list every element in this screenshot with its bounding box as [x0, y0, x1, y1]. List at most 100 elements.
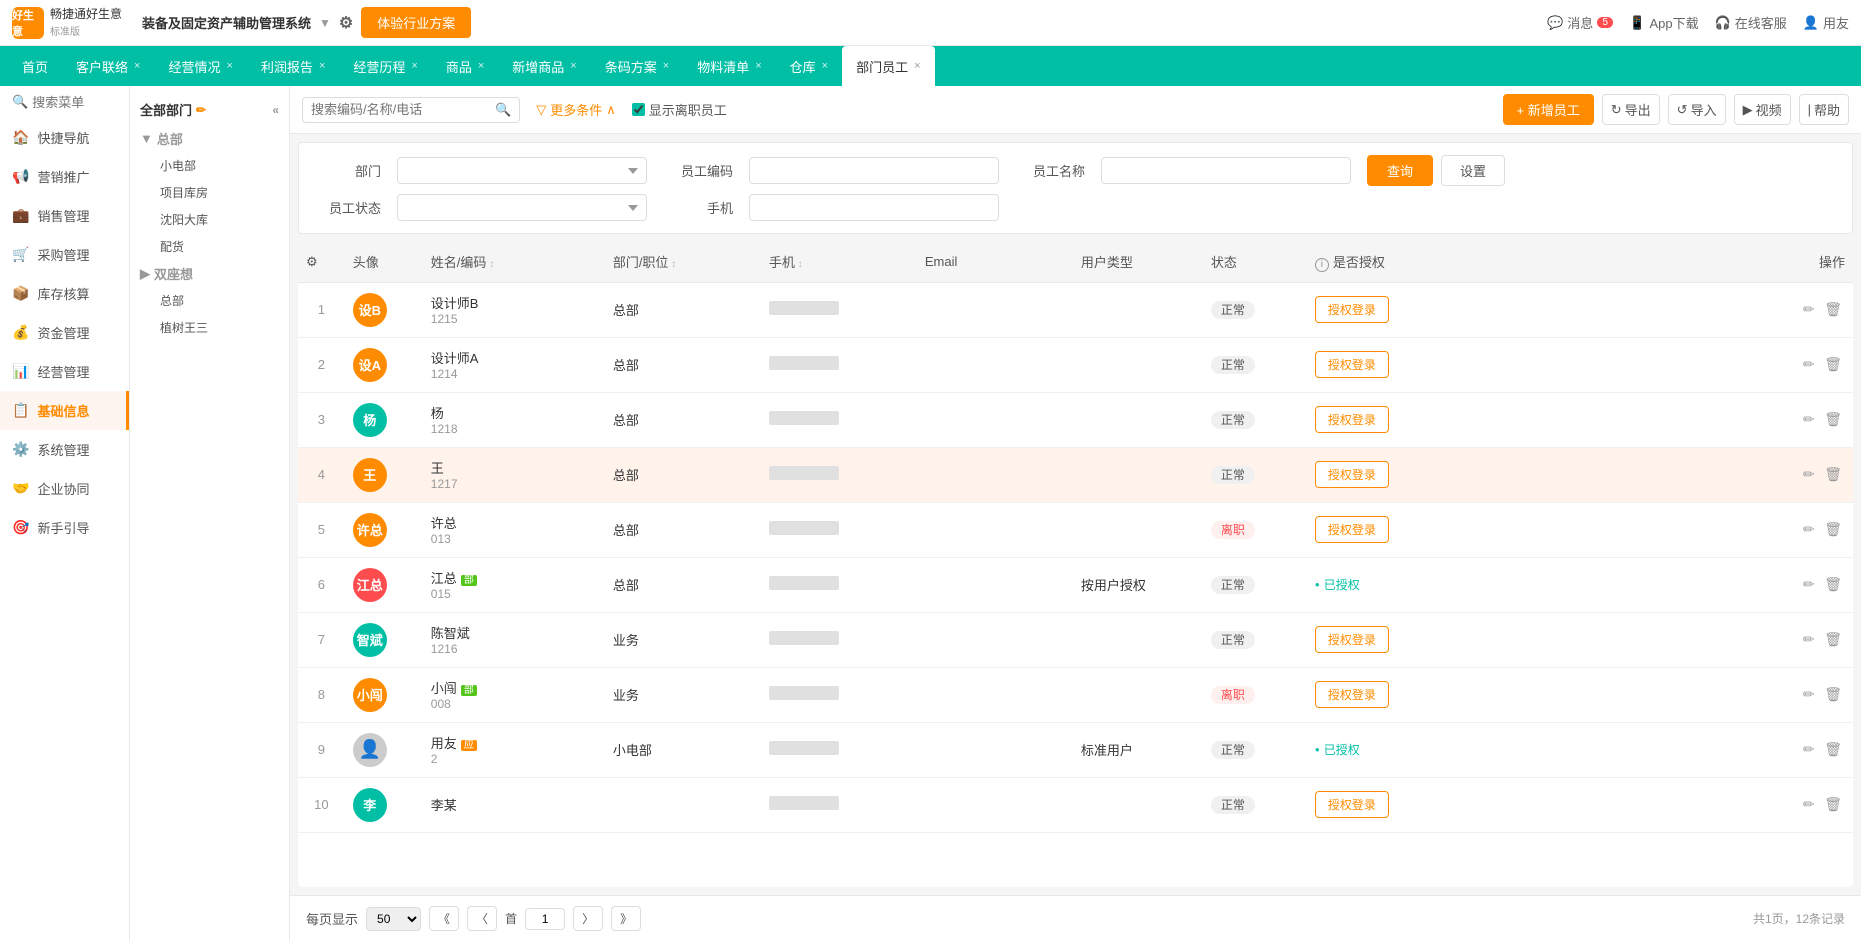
edit-button[interactable]: ✏: [1800, 521, 1818, 538]
experience-button[interactable]: 体验行业方案: [361, 7, 471, 38]
query-button[interactable]: 查询: [1367, 155, 1433, 186]
tab-barcode[interactable]: 条码方案×: [591, 46, 683, 86]
dept-item-zongbu[interactable]: 总部: [130, 287, 289, 314]
import-button[interactable]: ↺ 导入: [1668, 94, 1726, 125]
dept-collapse-icon[interactable]: «: [272, 103, 279, 117]
sidebar-item-inventory[interactable]: 📦库存核算: [0, 274, 129, 313]
tab-goods[interactable]: 商品×: [432, 46, 498, 86]
search-submit-icon[interactable]: 🔍: [495, 102, 511, 118]
delete-button[interactable]: 🗑: [1821, 411, 1845, 428]
phone-filter-input[interactable]: [749, 194, 999, 221]
delete-button[interactable]: 🗑: [1821, 796, 1845, 813]
app-download-button[interactable]: 📱 App下载: [1629, 13, 1698, 32]
edit-button[interactable]: ✏: [1800, 741, 1818, 758]
dept-item-zhishu[interactable]: 植树王三: [130, 314, 289, 341]
online-service-button[interactable]: 🎧 在线客服: [1715, 13, 1787, 32]
tab-bom[interactable]: 物料清单×: [683, 46, 775, 86]
sidebar-item-guide[interactable]: 🎯新手引导: [0, 508, 129, 547]
auth-login-button[interactable]: 授权登录: [1315, 791, 1389, 818]
employee-code-input[interactable]: [749, 157, 999, 184]
close-icon[interactable]: ×: [822, 60, 828, 72]
user-menu[interactable]: 👤 用友: [1803, 13, 1849, 32]
sidebar-item-purchase[interactable]: 🛒采购管理: [0, 235, 129, 274]
edit-button[interactable]: ✏: [1800, 356, 1818, 373]
first-page-button[interactable]: 《: [429, 906, 459, 931]
sidebar-item-management[interactable]: 📊经营管理: [0, 352, 129, 391]
close-icon[interactable]: ×: [411, 60, 417, 72]
delete-button[interactable]: 🗑: [1821, 576, 1845, 593]
dept-item-xiaodian[interactable]: 小电部: [130, 152, 289, 179]
delete-button[interactable]: 🗑: [1821, 686, 1845, 703]
auth-login-button[interactable]: 授权登录: [1315, 681, 1389, 708]
col-dept[interactable]: 部门/职位: [605, 242, 761, 282]
reset-button[interactable]: 设置: [1441, 155, 1505, 186]
dept-group-head[interactable]: ▼ 总部: [130, 125, 289, 152]
status-filter-select[interactable]: [397, 194, 647, 221]
edit-button[interactable]: ✏: [1800, 301, 1818, 318]
close-icon[interactable]: ×: [478, 60, 484, 72]
edit-button[interactable]: ✏: [1800, 411, 1818, 428]
tab-operation[interactable]: 经营情况×: [154, 46, 246, 86]
last-page-button[interactable]: 》: [611, 906, 641, 931]
close-icon[interactable]: ×: [755, 60, 761, 72]
dept-item-peihuo[interactable]: 配货: [130, 233, 289, 260]
auth-login-button[interactable]: 授权登录: [1315, 296, 1389, 323]
close-icon[interactable]: ×: [134, 60, 140, 72]
sidebar-item-basic[interactable]: 📋基础信息: [0, 391, 129, 430]
sidebar-search-input[interactable]: [32, 95, 130, 110]
col-settings[interactable]: ⚙: [298, 242, 345, 282]
close-icon[interactable]: ×: [914, 60, 920, 72]
close-icon[interactable]: ×: [663, 60, 669, 72]
delete-button[interactable]: 🗑: [1821, 741, 1845, 758]
col-name[interactable]: 姓名/编码: [423, 242, 605, 282]
close-icon[interactable]: ×: [226, 60, 232, 72]
edit-button[interactable]: ✏: [1800, 576, 1818, 593]
sidebar-item-marketing[interactable]: 📢营销推广: [0, 157, 129, 196]
delete-button[interactable]: 🗑: [1821, 356, 1845, 373]
dept-filter-select[interactable]: [397, 157, 647, 184]
view-button[interactable]: ▶ 视频: [1734, 94, 1791, 125]
col-phone[interactable]: 手机: [761, 242, 917, 282]
close-icon[interactable]: ×: [319, 60, 325, 72]
page-number-input[interactable]: [525, 908, 565, 930]
edit-button[interactable]: ✏: [1800, 631, 1818, 648]
edit-button[interactable]: ✏: [1800, 466, 1818, 483]
tab-customer[interactable]: 客户联络×: [62, 46, 154, 86]
sidebar-item-quicknav[interactable]: 🏠快捷导航: [0, 118, 129, 157]
edit-button[interactable]: ✏: [1800, 686, 1818, 703]
employee-name-input[interactable]: [1101, 157, 1351, 184]
auth-login-button[interactable]: 授权登录: [1315, 626, 1389, 653]
auth-login-button[interactable]: 授权登录: [1315, 461, 1389, 488]
dept-item-project[interactable]: 项目库房: [130, 179, 289, 206]
sidebar-item-collab[interactable]: 🤝企业协同: [0, 469, 129, 508]
auth-info-icon[interactable]: i: [1315, 258, 1329, 272]
delete-button[interactable]: 🗑: [1821, 301, 1845, 318]
auth-login-button[interactable]: 授权登录: [1315, 351, 1389, 378]
gear-icon[interactable]: ⚙: [339, 13, 353, 33]
message-button[interactable]: 💬 消息 5: [1547, 13, 1613, 32]
tab-history[interactable]: 经营历程×: [339, 46, 431, 86]
auth-login-button[interactable]: 授权登录: [1315, 406, 1389, 433]
per-page-select[interactable]: 50 20 100: [366, 907, 421, 931]
sidebar-item-sales[interactable]: 💼销售管理: [0, 196, 129, 235]
dropdown-icon[interactable]: ▼: [319, 16, 331, 30]
delete-button[interactable]: 🗑: [1821, 466, 1845, 483]
export-button[interactable]: ↻ 导出: [1602, 94, 1660, 125]
sidebar-item-finance[interactable]: 💰资金管理: [0, 313, 129, 352]
tab-profit[interactable]: 利润报告×: [247, 46, 339, 86]
dept-group-shuangzuo[interactable]: ▶ 双座想: [130, 260, 289, 287]
more-filter-button[interactable]: ▽ 更多条件 ∧: [528, 96, 624, 123]
sidebar-item-system[interactable]: ⚙️系统管理: [0, 430, 129, 469]
help-button[interactable]: | 帮助: [1799, 94, 1849, 125]
next-page-button[interactable]: 〉: [573, 906, 603, 931]
tab-home[interactable]: 首页: [8, 46, 62, 86]
delete-button[interactable]: 🗑: [1821, 521, 1845, 538]
search-input[interactable]: [311, 102, 491, 117]
tab-add-goods[interactable]: 新增商品×: [498, 46, 590, 86]
dept-edit-icon[interactable]: ✏: [196, 103, 206, 117]
dept-item-shenyang[interactable]: 沈阳大库: [130, 206, 289, 233]
tab-department[interactable]: 部门员工×: [842, 46, 934, 86]
prev-page-button[interactable]: 〈: [467, 906, 497, 931]
auth-login-button[interactable]: 授权登录: [1315, 516, 1389, 543]
add-employee-button[interactable]: + 新增员工: [1503, 94, 1594, 125]
